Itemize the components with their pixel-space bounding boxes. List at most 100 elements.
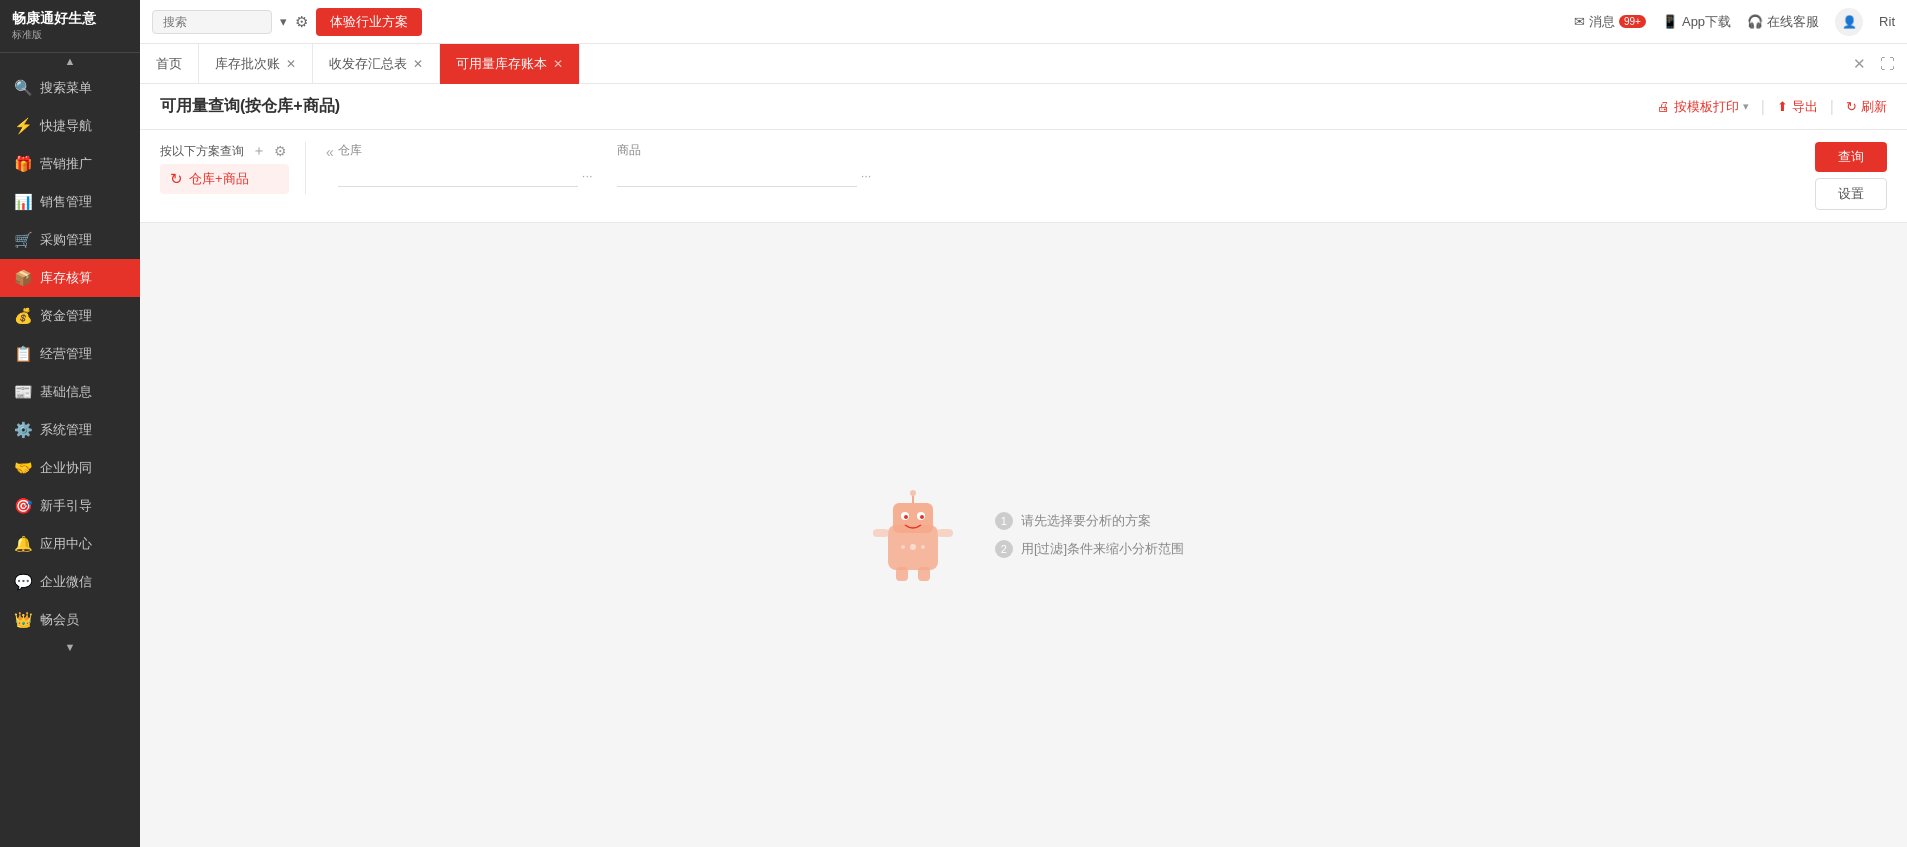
sidebar-item-label: 经营管理 xyxy=(40,345,92,363)
tab-receipt-close[interactable]: ✕ xyxy=(413,57,423,71)
print-label: 按模板打印 xyxy=(1674,98,1739,116)
tab-batch-close[interactable]: ✕ xyxy=(286,57,296,71)
sidebar-scroll-down[interactable]: ▼ xyxy=(0,639,140,655)
tab-home[interactable]: 首页 xyxy=(140,44,199,84)
svg-point-12 xyxy=(910,544,916,550)
export-icon: ⬆ xyxy=(1777,99,1788,114)
tab-receipt-label: 收发存汇总表 xyxy=(329,55,407,73)
sidebar-item-search[interactable]: 🔍 搜索菜单 xyxy=(0,69,140,107)
crown-icon: 👑 xyxy=(14,611,32,629)
rotate-icon: ↻ xyxy=(170,170,183,188)
sidebar-item-system[interactable]: ⚙️ 系统管理 xyxy=(0,411,140,449)
page-header: 可用量查询(按仓库+商品) 🖨 按模板打印 ▾ | ⬆ 导出 | ↻ 刷新 xyxy=(140,84,1907,130)
print-dropdown-arrow: ▾ xyxy=(1743,100,1749,113)
filter-section-text: 按以下方案查询 xyxy=(160,143,244,160)
sidebar-item-inventory[interactable]: 📦 库存核算 xyxy=(0,259,140,297)
tab-close-all-button[interactable]: ✕ xyxy=(1849,53,1870,75)
clipboard-icon: 📋 xyxy=(14,345,32,363)
empty-state-content: 1 请先选择要分析的方案 2 用[过滤]条件来缩小分析范围 xyxy=(863,485,1184,585)
topbar-gear-icon[interactable]: ⚙ xyxy=(295,13,308,31)
sidebar-item-label: 采购管理 xyxy=(40,231,92,249)
sidebar-item-label: 营销推广 xyxy=(40,155,92,173)
headset-icon: 🎧 xyxy=(1747,14,1763,29)
sidebar-item-label: 应用中心 xyxy=(40,535,92,553)
sidebar-item-basic-info[interactable]: 📰 基础信息 xyxy=(0,373,140,411)
svg-rect-10 xyxy=(896,567,908,581)
tab-receipt-summary[interactable]: 收发存汇总表 ✕ xyxy=(313,44,440,84)
sidebar-item-onboarding[interactable]: 🎯 新手引导 xyxy=(0,487,140,525)
product-input-group: ··· xyxy=(617,163,872,187)
warehouse-more-icon[interactable]: ··· xyxy=(582,168,593,183)
product-label: 商品 xyxy=(617,142,872,159)
sidebar-item-label: 快捷导航 xyxy=(40,117,92,135)
message-icon: ✉ xyxy=(1574,14,1585,29)
tab-batch-account[interactable]: 库存批次账 ✕ xyxy=(199,44,313,84)
tab-available-label: 可用量库存账本 xyxy=(456,55,547,73)
settings-scheme-button[interactable]: ⚙ xyxy=(272,143,289,159)
filter-area: 按以下方案查询 ＋ ⚙ ↻ 仓库+商品 « 仓库 ··· xyxy=(140,130,1907,223)
sidebar-item-sales[interactable]: 📊 销售管理 xyxy=(0,183,140,221)
filter-scheme-item[interactable]: ↻ 仓库+商品 xyxy=(160,164,289,194)
topbar-right: ✉ 消息 99+ 📱 App下载 🎧 在线客服 👤 Rit xyxy=(1574,8,1895,36)
empty-hint-1: 1 请先选择要分析的方案 xyxy=(995,512,1184,530)
empty-hints: 1 请先选择要分析的方案 2 用[过滤]条件来缩小分析范围 xyxy=(995,512,1184,558)
hint-text-2: 用[过滤]条件来缩小分析范围 xyxy=(1021,540,1184,558)
tab-available-ledger[interactable]: 可用量库存账本 ✕ xyxy=(440,44,580,84)
sidebar-item-vip[interactable]: 👑 畅会员 xyxy=(0,601,140,639)
refresh-button[interactable]: ↻ 刷新 xyxy=(1846,98,1887,116)
filter-scheme-panel: 按以下方案查询 ＋ ⚙ ↻ 仓库+商品 xyxy=(160,142,306,194)
sidebar-item-label: 资金管理 xyxy=(40,307,92,325)
sidebar-item-operations[interactable]: 📋 经营管理 xyxy=(0,335,140,373)
sidebar-item-label: 企业微信 xyxy=(40,573,92,591)
filter-scheme-name: 仓库+商品 xyxy=(189,170,249,188)
trial-button[interactable]: 体验行业方案 xyxy=(316,8,422,36)
sidebar-item-finance[interactable]: 💰 资金管理 xyxy=(0,297,140,335)
tab-available-close[interactable]: ✕ xyxy=(553,57,563,71)
filter-action-buttons: 查询 设置 xyxy=(1815,142,1887,210)
topbar: ▾ ⚙ 体验行业方案 ✉ 消息 99+ 📱 App下载 🎧 在线客服 👤 Rit xyxy=(140,0,1907,44)
app-download-button[interactable]: 📱 App下载 xyxy=(1662,13,1731,31)
query-button[interactable]: 查询 xyxy=(1815,142,1887,172)
avatar[interactable]: 👤 xyxy=(1835,8,1863,36)
print-icon: 🖨 xyxy=(1657,99,1670,114)
sidebar-item-enterprise-collab[interactable]: 🤝 企业协同 xyxy=(0,449,140,487)
sidebar-item-label: 搜索菜单 xyxy=(40,79,92,97)
search-icon: 🔍 xyxy=(14,79,32,97)
chat-icon: 💬 xyxy=(14,573,32,591)
sidebar-item-app-center[interactable]: 🔔 应用中心 xyxy=(0,525,140,563)
sidebar-item-marketing[interactable]: 🎁 营销推广 xyxy=(0,145,140,183)
filter-fields: 仓库 ··· 商品 ··· xyxy=(338,142,1815,187)
topbar-dropdown[interactable]: ▾ xyxy=(280,14,287,29)
svg-point-7 xyxy=(910,490,916,496)
sidebar-scroll-up[interactable]: ▲ xyxy=(0,53,140,69)
svg-rect-8 xyxy=(873,529,889,537)
product-input[interactable] xyxy=(617,163,857,187)
warehouse-input[interactable] xyxy=(338,163,578,187)
sidebar-item-label: 畅会员 xyxy=(40,611,79,629)
add-scheme-button[interactable]: ＋ xyxy=(250,142,268,160)
print-button[interactable]: 🖨 按模板打印 ▾ xyxy=(1657,98,1749,116)
hint-num-2: 2 xyxy=(995,540,1013,558)
bell-icon: 🔔 xyxy=(14,535,32,553)
settings-button[interactable]: 设置 xyxy=(1815,178,1887,210)
handshake-icon: 🤝 xyxy=(14,459,32,477)
divider1: | xyxy=(1761,98,1765,116)
svg-rect-9 xyxy=(937,529,953,537)
message-label: 消息 xyxy=(1589,13,1615,31)
product-more-icon[interactable]: ··· xyxy=(861,168,872,183)
username-label[interactable]: Rit xyxy=(1879,14,1895,29)
export-button[interactable]: ⬆ 导出 xyxy=(1777,98,1818,116)
chart-icon: 📊 xyxy=(14,193,32,211)
sidebar-item-enterprise-wechat[interactable]: 💬 企业微信 xyxy=(0,563,140,601)
message-button[interactable]: ✉ 消息 99+ xyxy=(1574,13,1646,31)
service-label: 在线客服 xyxy=(1767,13,1819,31)
online-service-button[interactable]: 🎧 在线客服 xyxy=(1747,13,1819,31)
search-input[interactable] xyxy=(152,10,272,34)
filter-section-label: 按以下方案查询 ＋ ⚙ xyxy=(160,142,289,160)
sidebar-item-shortcut[interactable]: ⚡ 快捷导航 xyxy=(0,107,140,145)
flash-icon: ⚡ xyxy=(14,117,32,135)
tabs-bar: 首页 库存批次账 ✕ 收发存汇总表 ✕ 可用量库存账本 ✕ ✕ ⛶ xyxy=(140,44,1907,84)
collapse-filter-button[interactable]: « xyxy=(322,144,338,160)
sidebar-item-purchase[interactable]: 🛒 采购管理 xyxy=(0,221,140,259)
tab-expand-button[interactable]: ⛶ xyxy=(1876,53,1899,74)
